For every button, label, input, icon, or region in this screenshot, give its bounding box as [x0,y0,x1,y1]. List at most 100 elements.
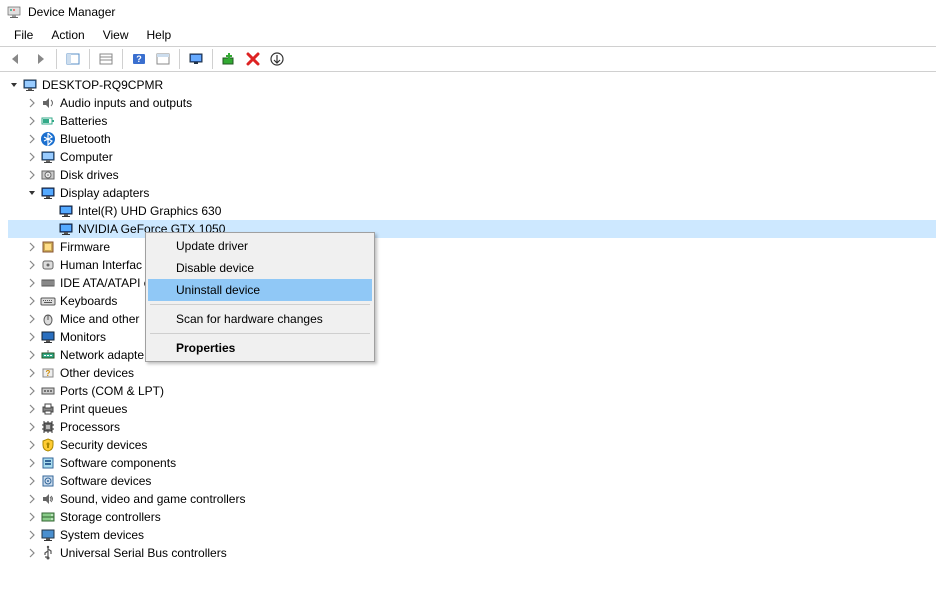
expand-arrow-icon[interactable] [26,259,38,271]
menu-help[interactable]: Help [139,26,180,44]
expand-arrow-icon[interactable] [26,403,38,415]
tree-root[interactable]: DESKTOP-RQ9CPMR [8,76,936,94]
scan-hardware-icon[interactable] [184,48,208,70]
usb-icon [40,545,56,561]
expand-arrow-icon[interactable] [26,277,38,289]
context-menu-item[interactable]: Update driver [148,235,372,257]
tree-category[interactable]: Print queues [8,400,936,418]
expand-arrow-icon[interactable] [26,241,38,253]
show-hide-console-tree-icon[interactable] [61,48,85,70]
properties-icon[interactable] [94,48,118,70]
tree-category[interactable]: Ports (COM & LPT) [8,382,936,400]
tree-category-label: Batteries [60,114,107,128]
menu-file[interactable]: File [6,26,41,44]
tree-category-label: Human Interfac [60,258,142,272]
keyboard-icon [40,293,56,309]
display-icon [58,203,74,219]
tree-category[interactable]: ?Other devices [8,364,936,382]
expand-arrow-icon[interactable] [26,115,38,127]
context-menu-item[interactable]: Properties [148,337,372,359]
tree-category-label: Firmware [60,240,110,254]
tree-category-label: Keyboards [60,294,117,308]
tree-category[interactable]: System devices [8,526,936,544]
monitor-icon [40,329,56,345]
tree-category-label: Processors [60,420,120,434]
menu-view[interactable]: View [95,26,137,44]
tree-category-label: Ports (COM & LPT) [60,384,164,398]
expand-arrow-icon[interactable] [26,331,38,343]
tree-category-label: Software components [60,456,176,470]
computer-icon [40,149,56,165]
context-menu-item[interactable]: Uninstall device [148,279,372,301]
expand-arrow-icon[interactable] [26,511,38,523]
tree-category[interactable]: Software components [8,454,936,472]
expand-arrow-icon[interactable] [26,529,38,541]
app-icon [6,4,22,20]
back-icon[interactable] [4,48,28,70]
expand-arrow-icon[interactable] [26,367,38,379]
tree-category[interactable]: Sound, video and game controllers [8,490,936,508]
tree-category[interactable]: Processors [8,418,936,436]
expand-arrow-icon[interactable] [26,349,38,361]
security-icon [40,437,56,453]
toolbar-separator [179,49,180,69]
expand-arrow-icon[interactable] [8,79,20,91]
expand-arrow-icon[interactable] [26,475,38,487]
remove-icon[interactable] [241,48,265,70]
audio-icon [40,95,56,111]
tree-device[interactable]: Intel(R) UHD Graphics 630 [8,202,936,220]
tree-category-label: Network adapte [60,348,144,362]
expand-arrow-icon[interactable] [26,421,38,433]
tree-category-label: Storage controllers [60,510,161,524]
computer-icon [22,77,38,93]
expand-arrow-icon[interactable] [26,493,38,505]
expand-arrow-icon[interactable] [26,295,38,307]
expand-arrow-icon[interactable] [26,547,38,559]
bluetooth-icon [40,131,56,147]
expand-arrow-icon[interactable] [26,97,38,109]
expand-arrow-icon[interactable] [26,169,38,181]
help-icon[interactable]: ? [127,48,151,70]
expand-arrow-icon[interactable] [26,187,38,199]
toolbar-separator [212,49,213,69]
tree-category-label: Display adapters [60,186,149,200]
tree-category[interactable]: Display adapters [8,184,936,202]
tree-category-label: IDE ATA/ATAPI c [60,276,150,290]
tree-category-label: Monitors [60,330,106,344]
tree-category[interactable]: Universal Serial Bus controllers [8,544,936,562]
update-icon[interactable] [265,48,289,70]
context-menu-item[interactable]: Disable device [148,257,372,279]
tree-category[interactable]: Security devices [8,436,936,454]
expand-arrow-icon[interactable] [26,133,38,145]
tree-category[interactable]: Storage controllers [8,508,936,526]
device-tree[interactable]: DESKTOP-RQ9CPMRAudio inputs and outputs B… [0,72,936,600]
tree-category[interactable]: Disk drives [8,166,936,184]
tree-category[interactable]: Audio inputs and outputs [8,94,936,112]
tree-device-label: Intel(R) UHD Graphics 630 [78,204,221,218]
svg-text:?: ? [136,54,142,64]
add-hardware-icon[interactable] [217,48,241,70]
expand-arrow-icon[interactable] [26,385,38,397]
expand-arrow-icon[interactable] [26,439,38,451]
tree-category[interactable]: Bluetooth [8,130,936,148]
port-icon [40,383,56,399]
options-icon[interactable] [151,48,175,70]
tree-category-label: Sound, video and game controllers [60,492,245,506]
toolbar-separator [56,49,57,69]
sound-icon [40,491,56,507]
expand-arrow-icon[interactable] [26,313,38,325]
software-comp-icon [40,455,56,471]
tree-category-label: Computer [60,150,113,164]
printer-icon [40,401,56,417]
context-menu-item[interactable]: Scan for hardware changes [148,308,372,330]
storage-icon [40,509,56,525]
expand-arrow-icon[interactable] [26,151,38,163]
forward-icon[interactable] [28,48,52,70]
tree-category[interactable]: Software devices [8,472,936,490]
menu-action[interactable]: Action [43,26,92,44]
svg-text:?: ? [46,369,51,378]
expand-arrow-icon[interactable] [26,457,38,469]
disk-icon [40,167,56,183]
tree-category[interactable]: Computer [8,148,936,166]
tree-category[interactable]: Batteries [8,112,936,130]
